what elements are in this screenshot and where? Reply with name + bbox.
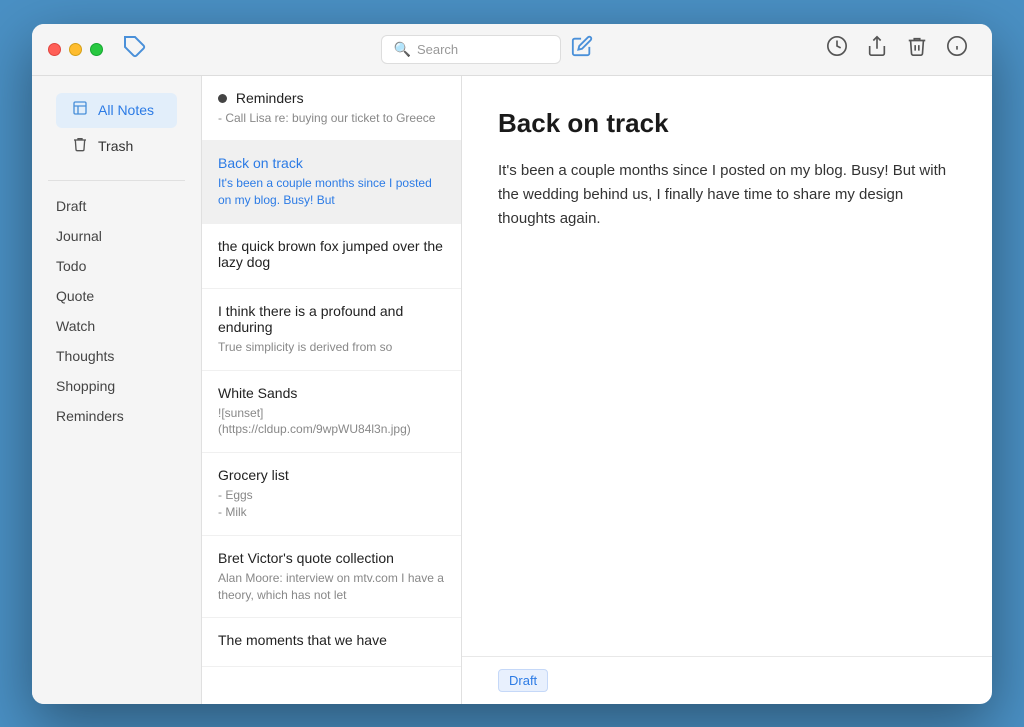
sidebar-tag-shopping[interactable]: Shopping (32, 371, 201, 401)
sidebar-tag-thoughts[interactable]: Thoughts (32, 341, 201, 371)
note-title: Back on track (218, 155, 445, 171)
note-preview: True simplicity is derived from so (218, 339, 445, 356)
note-item-reminders[interactable]: Reminders - Call Lisa re: buying our tic… (202, 76, 461, 142)
note-item-grocery-list[interactable]: Grocery list - Eggs- Milk (202, 453, 461, 536)
all-notes-icon (72, 100, 88, 121)
close-button[interactable] (48, 43, 61, 56)
search-icon: 🔍 (394, 41, 411, 58)
note-tag-badge[interactable]: Draft (498, 669, 548, 692)
trash-label: Trash (98, 138, 133, 154)
delete-icon[interactable] (906, 35, 928, 63)
note-title: the quick brown fox jumped over the lazy… (218, 238, 445, 270)
main-content: All Notes Trash Draft Journal (32, 76, 992, 704)
note-detail-content[interactable]: It's been a couple months since I posted… (498, 159, 956, 231)
note-item-bret-victor[interactable]: Bret Victor's quote collection Alan Moor… (202, 536, 461, 619)
sidebar-tag-journal[interactable]: Journal (32, 221, 201, 251)
note-title: Bret Victor's quote collection (218, 550, 445, 566)
titlebar: 🔍 Search (32, 24, 992, 76)
note-preview: It's been a couple months since I posted… (218, 175, 445, 209)
notes-list: Reminders - Call Lisa re: buying our tic… (202, 76, 462, 704)
app-window: 🔍 Search (32, 24, 992, 704)
info-icon[interactable] (946, 35, 968, 63)
sidebar-tag-reminders[interactable]: Reminders (32, 401, 201, 431)
note-item-moments[interactable]: The moments that we have (202, 618, 461, 667)
note-item-profound[interactable]: I think there is a profound and enduring… (202, 289, 461, 371)
sidebar-tag-watch[interactable]: Watch (32, 311, 201, 341)
maximize-button[interactable] (90, 43, 103, 56)
note-title: Grocery list (218, 467, 445, 483)
search-placeholder: Search (417, 42, 458, 57)
note-dot-icon (218, 94, 227, 103)
note-item-white-sands[interactable]: White Sands ![sunset](https://cldup.com/… (202, 371, 461, 454)
note-item-back-on-track[interactable]: Back on track It's been a couple months … (202, 141, 461, 224)
note-preview: Alan Moore: interview on mtv.com I have … (218, 570, 445, 604)
all-notes-label: All Notes (98, 102, 154, 118)
sidebar-tags: Draft Journal Todo Quote Watch Thoughts … (32, 191, 201, 431)
traffic-lights (48, 43, 103, 56)
note-preview: - Call Lisa re: buying our ticket to Gre… (218, 110, 445, 127)
note-preview: ![sunset](https://cldup.com/9wpWU84l3n.j… (218, 405, 445, 439)
note-detail-body: Back on track It's been a couple months … (462, 76, 992, 656)
share-icon[interactable] (866, 35, 888, 63)
sidebar-system: All Notes Trash (32, 93, 201, 164)
note-title: White Sands (218, 385, 445, 401)
history-icon[interactable] (826, 35, 848, 63)
app-logo (123, 35, 147, 64)
sidebar-tag-draft[interactable]: Draft (32, 191, 201, 221)
toolbar-actions (826, 35, 968, 63)
trash-icon (72, 136, 88, 157)
note-title: Reminders (218, 90, 445, 106)
note-detail-footer: Draft (462, 656, 992, 704)
note-title: The moments that we have (218, 632, 445, 648)
note-item-quick-fox[interactable]: the quick brown fox jumped over the lazy… (202, 224, 461, 289)
note-title: I think there is a profound and enduring (218, 303, 445, 335)
sidebar-divider (48, 180, 185, 181)
sidebar-item-trash[interactable]: Trash (56, 129, 177, 164)
sidebar: All Notes Trash Draft Journal (32, 76, 202, 704)
search-bar[interactable]: 🔍 Search (381, 35, 561, 64)
sidebar-tag-todo[interactable]: Todo (32, 251, 201, 281)
note-detail: Back on track It's been a couple months … (462, 76, 992, 704)
sidebar-item-all-notes[interactable]: All Notes (56, 93, 177, 128)
note-preview: - Eggs- Milk (218, 487, 445, 521)
new-note-button[interactable] (571, 35, 593, 63)
minimize-button[interactable] (69, 43, 82, 56)
note-detail-title: Back on track (498, 108, 956, 139)
sidebar-tag-quote[interactable]: Quote (32, 281, 201, 311)
